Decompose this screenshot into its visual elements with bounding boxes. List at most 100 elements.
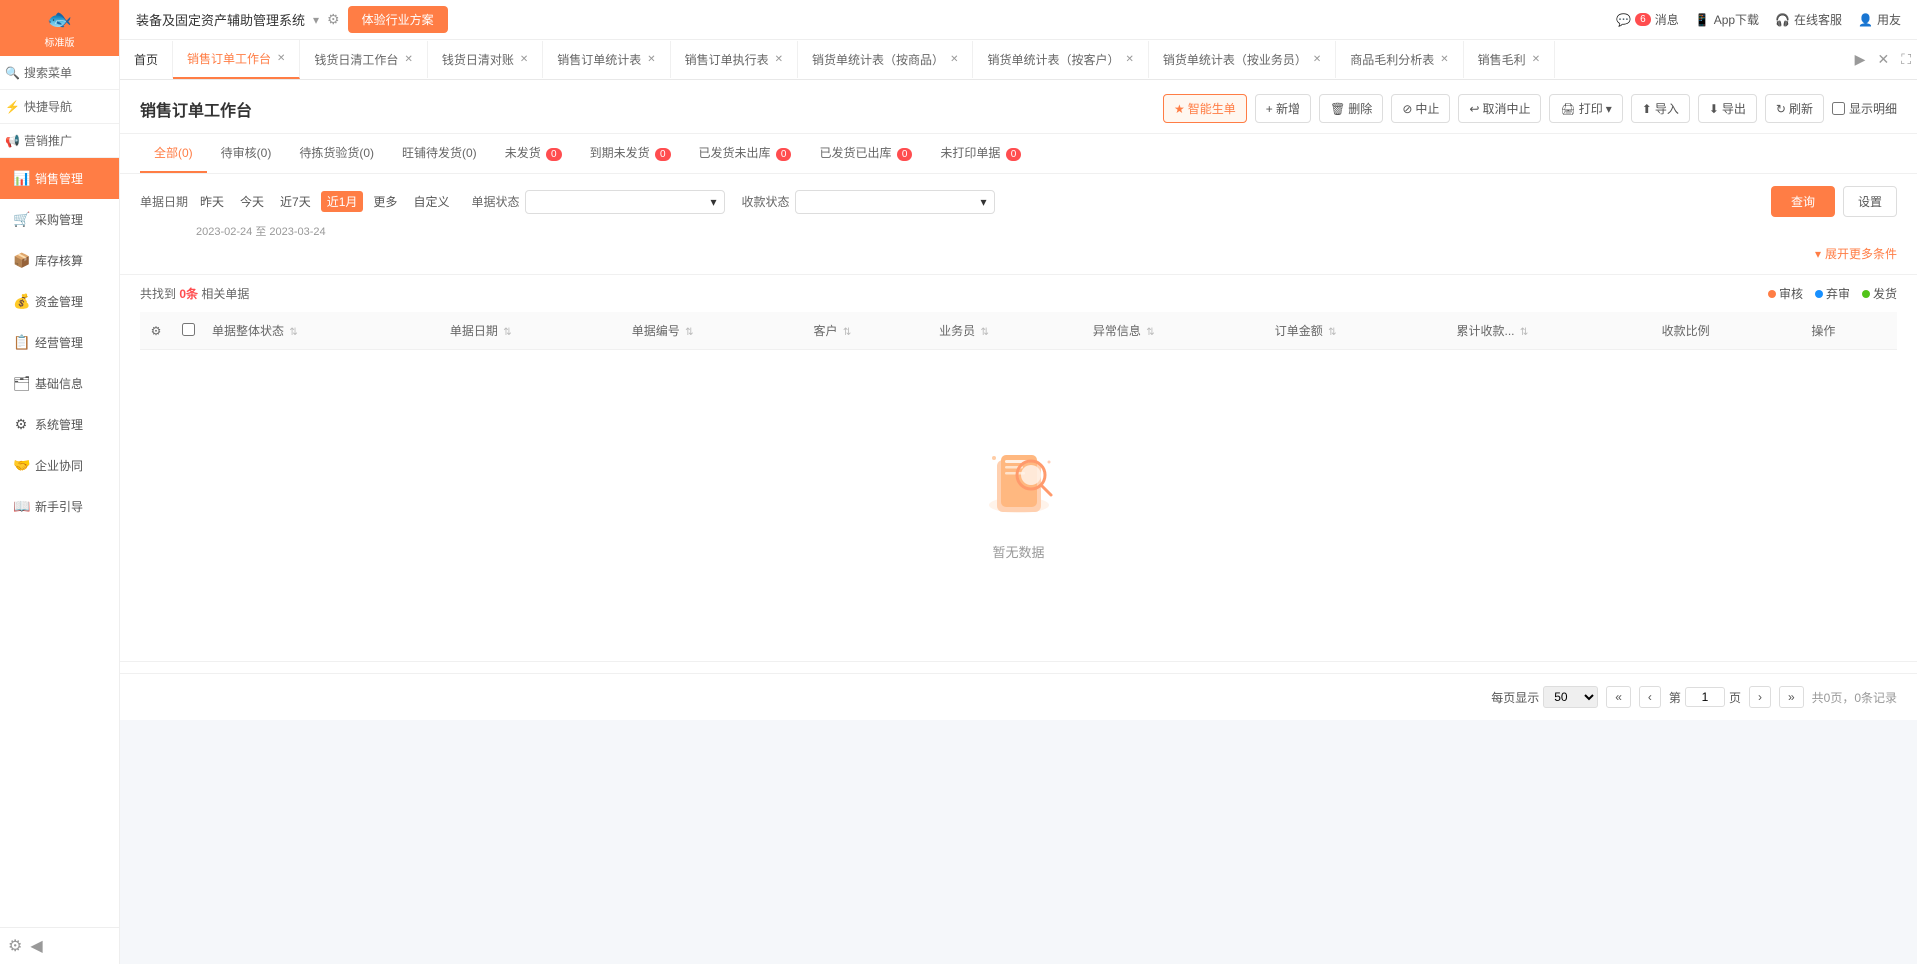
sidebar-item-operation[interactable]: 📋 经营管理 xyxy=(0,322,119,363)
date-opt-custom[interactable]: 自定义 xyxy=(407,191,455,212)
show-detail-checkbox-group[interactable]: 显示明细 xyxy=(1832,100,1897,117)
select-all-checkbox[interactable] xyxy=(182,323,195,336)
date-opt-1month[interactable]: 近1月 xyxy=(321,191,364,212)
tab-sales-stats-customer-close[interactable]: ✕ xyxy=(1125,54,1133,65)
tab-cash-daily-close[interactable]: ✕ xyxy=(404,54,412,65)
tab-scroll-right-icon[interactable]: ▶ xyxy=(1849,43,1872,76)
first-page-button[interactable]: « xyxy=(1606,686,1631,708)
sidebar-promo-item[interactable]: 📢 营销推广 xyxy=(0,124,119,158)
tab-cash-daily[interactable]: 钱货日清工作台 ✕ xyxy=(300,41,427,78)
import-button[interactable]: ⬆ 导入 xyxy=(1631,94,1690,123)
subtab-all[interactable]: 全部(0) xyxy=(140,134,207,173)
sidebar-quick-item[interactable]: ⚡ 快捷导航 xyxy=(0,90,119,124)
query-button[interactable]: 查询 xyxy=(1771,186,1835,217)
cancel-review-button[interactable]: 弃审 xyxy=(1815,285,1850,302)
tab-sales-stats-product[interactable]: 销货单统计表（按商品） ✕ xyxy=(798,41,973,78)
col-staff[interactable]: 业务员 ⇅ xyxy=(931,312,1085,350)
tab-sales-profit[interactable]: 销售毛利 ✕ xyxy=(1464,41,1555,78)
refresh-button[interactable]: ↻ 刷新 xyxy=(1765,94,1824,123)
col-abnormal[interactable]: 异常信息 ⇅ xyxy=(1085,312,1267,350)
date-opt-more[interactable]: 更多 xyxy=(367,191,403,212)
tab-fullscreen-icon[interactable]: ⛶ xyxy=(1895,43,1917,76)
tab-goods-profit[interactable]: 商品毛利分析表 ✕ xyxy=(1336,41,1463,78)
sidebar-item-basic[interactable]: 🗂 基础信息 xyxy=(0,363,119,404)
col-settings[interactable]: ⚙ xyxy=(140,312,172,350)
col-status[interactable]: 单据整体状态 ⇅ xyxy=(204,312,442,350)
sidebar-item-finance[interactable]: 💰 资金管理 xyxy=(0,281,119,322)
delete-button[interactable]: 🗑 删除 xyxy=(1319,94,1383,123)
col-number[interactable]: 单据编号 ⇅ xyxy=(624,312,806,350)
subtab-shipped-not-out[interactable]: 已发货未出库 0 xyxy=(685,134,806,173)
sidebar-item-purchase[interactable]: 🛒 采购管理 xyxy=(0,199,119,240)
ship-button[interactable]: 发货 xyxy=(1862,285,1897,302)
tab-cash-reconcile-close[interactable]: ✕ xyxy=(520,54,528,65)
tab-sales-stats-close[interactable]: ✕ xyxy=(647,54,655,65)
new-button[interactable]: + 新增 xyxy=(1255,94,1311,123)
date-opt-7days[interactable]: 近7天 xyxy=(274,191,317,212)
subtab-pending-check[interactable]: 待拣货验货(0) xyxy=(285,134,388,173)
subtab-pending-review[interactable]: 待审核(0) xyxy=(207,134,286,173)
date-opt-yesterday[interactable]: 昨天 xyxy=(194,191,230,212)
tab-cash-reconcile[interactable]: 钱货日清对账 ✕ xyxy=(428,41,543,78)
service-item[interactable]: 🎧 在线客服 xyxy=(1775,11,1842,28)
tab-close-all-icon[interactable]: ✕ xyxy=(1871,43,1895,76)
col-customer[interactable]: 客户 ⇅ xyxy=(806,312,932,350)
export-button[interactable]: ⬇ 导出 xyxy=(1698,94,1757,123)
date-opt-today[interactable]: 今天 xyxy=(234,191,270,212)
tab-sales-stats[interactable]: 销售订单统计表 ✕ xyxy=(543,41,670,78)
tab-sales-exec[interactable]: 销售订单执行表 ✕ xyxy=(671,41,798,78)
stop-button[interactable]: ⊘ 中止 xyxy=(1391,94,1450,123)
expand-more-button[interactable]: ▾ 展开更多条件 xyxy=(1815,245,1897,262)
show-detail-checkbox[interactable] xyxy=(1832,102,1845,115)
payment-select[interactable]: ▾ xyxy=(795,190,995,214)
subtab-overdue-not-shipped[interactable]: 到期未发货 0 xyxy=(576,134,685,173)
message-item[interactable]: 💬 6 消息 xyxy=(1616,11,1679,28)
dropdown-arrow-icon[interactable]: ▾ xyxy=(313,13,319,27)
set-button[interactable]: 设置 xyxy=(1843,186,1897,217)
prev-page-button[interactable]: ‹ xyxy=(1639,686,1661,708)
col-date[interactable]: 单据日期 ⇅ xyxy=(442,312,624,350)
tab-sales-exec-close[interactable]: ✕ xyxy=(775,54,783,65)
payment-filter: 收款状态 ▾ xyxy=(741,190,995,214)
tab-sales-stats-customer[interactable]: 销货单统计表（按客户） ✕ xyxy=(973,41,1148,78)
tab-sales-stats-staff[interactable]: 销货单统计表（按业务员） ✕ xyxy=(1149,41,1336,78)
status-select[interactable]: ▾ xyxy=(525,190,725,214)
page-input[interactable] xyxy=(1685,687,1725,707)
ai-generate-button[interactable]: ★ 智能生单 xyxy=(1163,94,1247,123)
app-download-item[interactable]: 📱 App下载 xyxy=(1695,11,1759,28)
last-page-button[interactable]: » xyxy=(1779,686,1804,708)
tab-sales-profit-close[interactable]: ✕ xyxy=(1532,54,1540,65)
trial-button[interactable]: 体验行业方案 xyxy=(348,6,448,33)
tab-goods-profit-close[interactable]: ✕ xyxy=(1440,54,1448,65)
cancel-stop-button[interactable]: ↩ 取消中止 xyxy=(1458,94,1541,123)
tab-home[interactable]: 首页 xyxy=(120,41,173,78)
print-button[interactable]: 🖨 打印 ▾ xyxy=(1549,94,1622,123)
subtab-wangpu-ship[interactable]: 旺铺待发货(0) xyxy=(388,134,491,173)
sidebar-item-system[interactable]: ⚙ 系统管理 xyxy=(0,404,119,445)
sidebar-item-guide[interactable]: 📖 新手引导 xyxy=(0,486,119,527)
col-abnormal-label: 异常信息 xyxy=(1093,324,1141,338)
tab-sales-workbench-close[interactable]: ✕ xyxy=(277,53,285,64)
col-amount[interactable]: 订单金额 ⇅ xyxy=(1267,312,1449,350)
topbar-settings-icon[interactable]: ⚙ xyxy=(327,11,340,28)
tab-sales-stats-product-close[interactable]: ✕ xyxy=(950,54,958,65)
next-page-button[interactable]: › xyxy=(1749,686,1771,708)
subtab-shipped-out[interactable]: 已发货已出库 0 xyxy=(805,134,926,173)
tab-sales-workbench[interactable]: 销售订单工作台 ✕ xyxy=(173,40,300,79)
tab-sales-stats-staff-close[interactable]: ✕ xyxy=(1313,54,1321,65)
col-received[interactable]: 累计收款... ⇅ xyxy=(1449,312,1654,350)
sidebar-search-item[interactable]: 🔍 搜索菜单 xyxy=(0,56,119,90)
user-item[interactable]: 👤 用友 xyxy=(1858,11,1901,28)
sidebar-item-sales[interactable]: 📊 销售管理 xyxy=(0,158,119,199)
subtab-not-printed[interactable]: 未打印单据 0 xyxy=(926,134,1035,173)
settings-bottom-icon[interactable]: ⚙ xyxy=(8,936,22,956)
sidebar-item-collab[interactable]: 🤝 企业协同 xyxy=(0,445,119,486)
per-page-select[interactable]: 10 20 50 100 xyxy=(1543,686,1598,708)
subtab-not-shipped[interactable]: 未发货 0 xyxy=(491,134,576,173)
collapse-icon[interactable]: ◀ xyxy=(30,936,42,956)
review-button[interactable]: 审核 xyxy=(1768,285,1803,302)
h-scroll-area[interactable] xyxy=(120,661,1917,673)
sidebar-item-inventory[interactable]: 📦 库存核算 xyxy=(0,240,119,281)
tab-sales-stats-product-label: 销货单统计表（按商品） xyxy=(812,51,944,68)
tab-cash-daily-label: 钱货日清工作台 xyxy=(314,51,398,68)
